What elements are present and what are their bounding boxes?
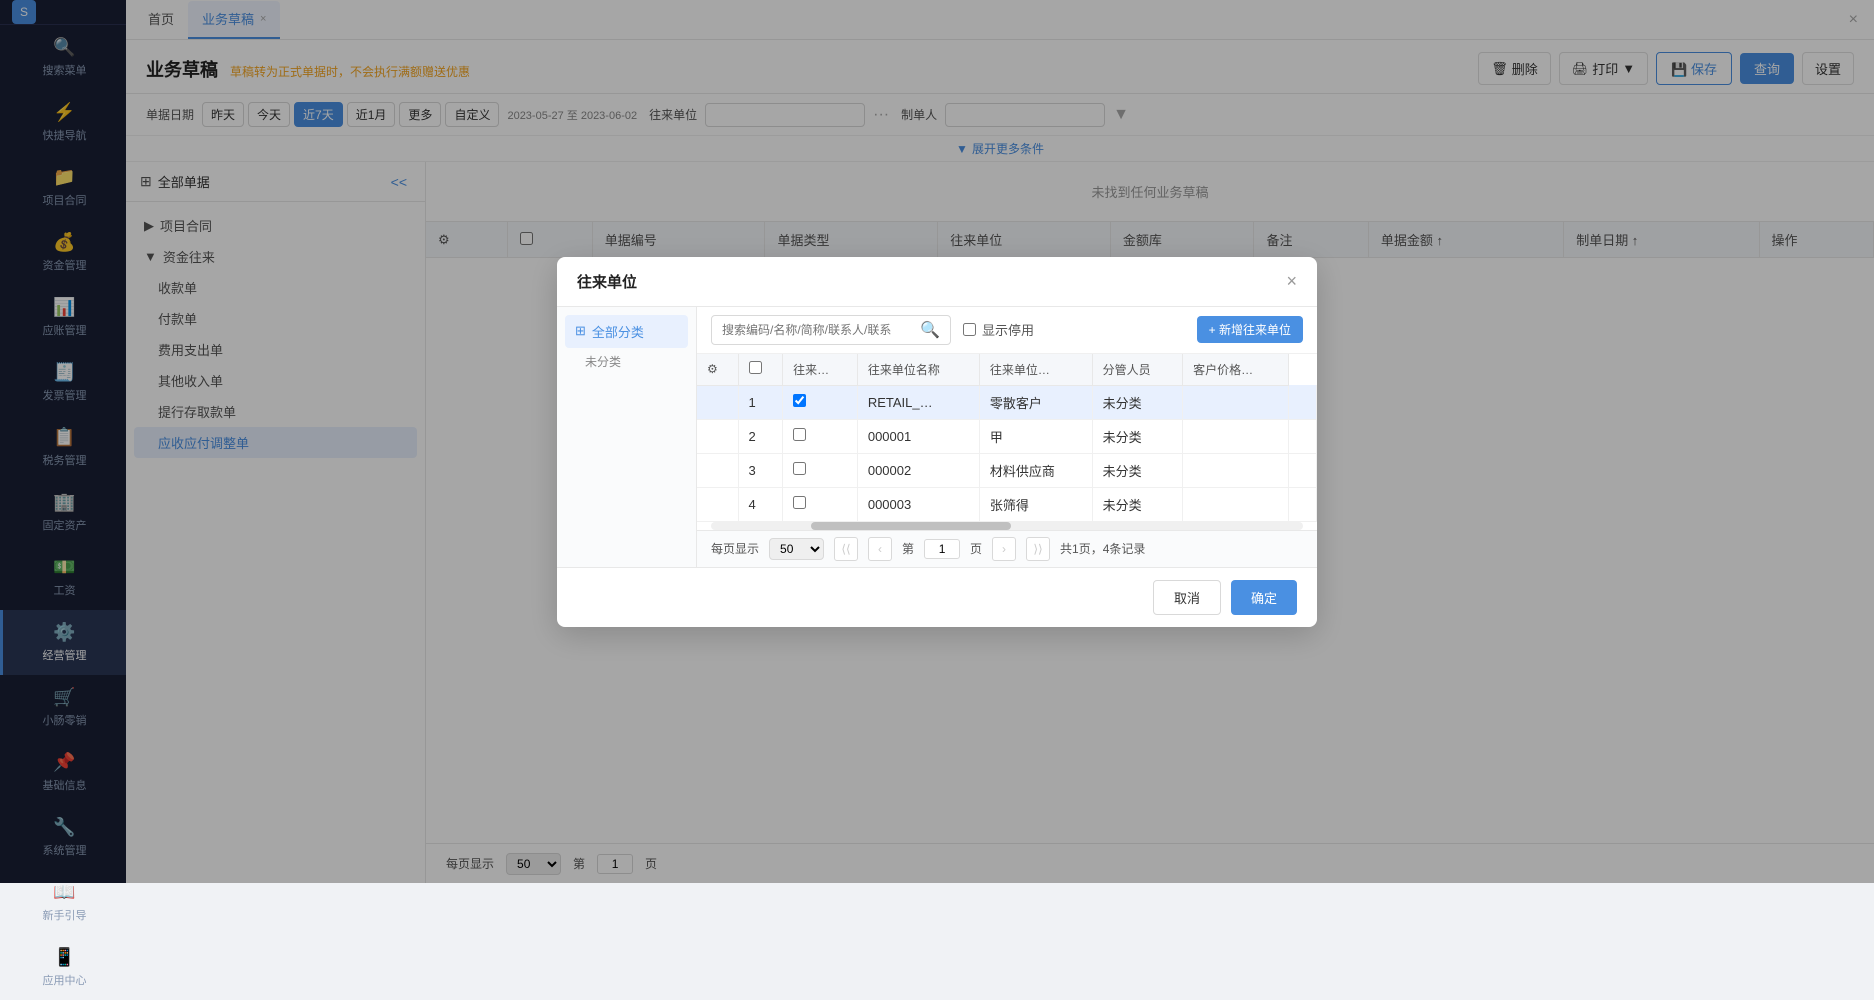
row-num-cell: 1 bbox=[738, 385, 783, 419]
modal-table-row[interactable]: 1 RETAIL_… 零散客户 未分类 bbox=[697, 385, 1317, 419]
modal-footer-bar: 每页显示 50 100 ⟨⟨ ‹ 第 页 › ⟩⟩ 共1页，4条记录 bbox=[697, 530, 1317, 567]
row-checkbox[interactable] bbox=[793, 496, 806, 509]
modal-table-row[interactable]: 4 000003 张筛得 未分类 bbox=[697, 487, 1317, 521]
modal-prev-page-btn[interactable]: ‹ bbox=[868, 537, 892, 561]
show-disabled-label[interactable]: 显示停用 bbox=[963, 320, 1034, 339]
modal-select-all[interactable] bbox=[749, 361, 762, 374]
modal-header: 往来单位 × bbox=[557, 257, 1317, 307]
add-partner-label: + 新增往来单位 bbox=[1209, 323, 1291, 337]
modal-scrollbar[interactable] bbox=[711, 522, 1303, 530]
row-code-cell: 000003 bbox=[857, 487, 979, 521]
row-name-cell: 张筛得 bbox=[979, 487, 1092, 521]
app-icon: 📱 bbox=[53, 947, 75, 968]
modal-search-input[interactable] bbox=[722, 323, 914, 337]
guide-icon: 📖 bbox=[53, 882, 75, 903]
modal-page-suffix: 页 bbox=[970, 540, 982, 557]
row-settings-cell bbox=[697, 453, 738, 487]
row-category-cell: 未分类 bbox=[1092, 487, 1183, 521]
modal-col-checkbox[interactable] bbox=[738, 354, 783, 386]
row-checkbox-cell[interactable] bbox=[783, 453, 858, 487]
row-num-cell: 2 bbox=[738, 419, 783, 453]
modal-close-button[interactable]: × bbox=[1286, 271, 1297, 292]
modal-col-code: 往来… bbox=[783, 354, 858, 386]
row-settings-cell bbox=[697, 487, 738, 521]
modal-page-input[interactable] bbox=[924, 539, 960, 559]
modal-cancel-button[interactable]: 取消 bbox=[1153, 580, 1221, 615]
modal-col-name: 往来单位名称 bbox=[857, 354, 979, 386]
row-category-cell: 未分类 bbox=[1092, 385, 1183, 419]
modal-col-category: 往来单位… bbox=[979, 354, 1092, 386]
row-category-cell: 未分类 bbox=[1092, 453, 1183, 487]
modal-overlay: 往来单位 × ⊞ 全部分类 未分类 bbox=[0, 0, 1874, 883]
modal-page-size-label: 每页显示 bbox=[711, 540, 759, 557]
modal-confirm-button[interactable]: 确定 bbox=[1231, 580, 1297, 615]
row-settings-cell bbox=[697, 419, 738, 453]
modal-sidebar-item-all[interactable]: ⊞ 全部分类 bbox=[565, 315, 688, 348]
modal-first-page-btn[interactable]: ⟨⟨ bbox=[834, 537, 858, 561]
modal-scrollbar-thumb bbox=[811, 522, 1011, 530]
modal-table: ⚙ 往来… 往来单位名称 往来单位… 分管人员 客户价格… 1 bbox=[697, 354, 1317, 522]
row-code-cell: 000002 bbox=[857, 453, 979, 487]
row-code-cell: 000001 bbox=[857, 419, 979, 453]
row-manager-cell bbox=[1183, 385, 1289, 419]
modal-col-price: 客户价格… bbox=[1183, 354, 1289, 386]
add-partner-button[interactable]: + 新增往来单位 bbox=[1197, 316, 1303, 343]
modal-sidebar-unclassified-label: 未分类 bbox=[585, 355, 621, 369]
show-disabled-text: 显示停用 bbox=[982, 320, 1034, 339]
row-price-cell bbox=[1289, 487, 1317, 521]
row-category-cell: 未分类 bbox=[1092, 419, 1183, 453]
modal-sidebar: ⊞ 全部分类 未分类 bbox=[557, 307, 697, 567]
sidebar-item-app[interactable]: 📱 应用中心 bbox=[0, 935, 126, 1000]
row-code-cell: RETAIL_… bbox=[857, 385, 979, 419]
row-price-cell bbox=[1289, 385, 1317, 419]
row-price-cell bbox=[1289, 419, 1317, 453]
modal-toolbar: 🔍 显示停用 + 新增往来单位 bbox=[697, 307, 1317, 354]
modal-table-row[interactable]: 3 000002 材料供应商 未分类 bbox=[697, 453, 1317, 487]
row-price-cell bbox=[1289, 453, 1317, 487]
row-checkbox-cell[interactable] bbox=[783, 487, 858, 521]
row-checkbox-cell[interactable] bbox=[783, 419, 858, 453]
modal-last-page-btn[interactable]: ⟩⟩ bbox=[1026, 537, 1050, 561]
modal-actions: 取消 确定 bbox=[557, 567, 1317, 627]
modal-table-row[interactable]: 2 000001 甲 未分类 bbox=[697, 419, 1317, 453]
modal-page-size-select[interactable]: 50 100 bbox=[769, 538, 824, 560]
modal-search-box: 🔍 bbox=[711, 315, 951, 345]
row-checkbox-cell[interactable] bbox=[783, 385, 858, 419]
row-name-cell: 甲 bbox=[979, 419, 1092, 453]
modal-col-manager: 分管人员 bbox=[1092, 354, 1183, 386]
all-categories-icon: ⊞ bbox=[575, 323, 586, 339]
row-name-cell: 材料供应商 bbox=[979, 453, 1092, 487]
modal-dialog: 往来单位 × ⊞ 全部分类 未分类 bbox=[557, 257, 1317, 627]
row-num-cell: 4 bbox=[738, 487, 783, 521]
modal-page-label: 第 bbox=[902, 540, 914, 557]
modal-body: ⊞ 全部分类 未分类 🔍 bbox=[557, 307, 1317, 567]
modal-sidebar-item-unclassified[interactable]: 未分类 bbox=[565, 348, 688, 375]
row-manager-cell bbox=[1183, 419, 1289, 453]
row-checkbox[interactable] bbox=[793, 394, 806, 407]
modal-col-settings[interactable]: ⚙ bbox=[697, 354, 738, 386]
row-settings-cell bbox=[697, 385, 738, 419]
sidebar-item-label: 应用中心 bbox=[43, 972, 87, 988]
row-checkbox[interactable] bbox=[793, 462, 806, 475]
row-name-cell: 零散客户 bbox=[979, 385, 1092, 419]
modal-sidebar-item-all-label: 全部分类 bbox=[592, 322, 644, 341]
row-manager-cell bbox=[1183, 453, 1289, 487]
modal-next-page-btn[interactable]: › bbox=[992, 537, 1016, 561]
modal-search-icon: 🔍 bbox=[920, 320, 940, 340]
row-manager-cell bbox=[1183, 487, 1289, 521]
modal-title: 往来单位 bbox=[577, 271, 637, 292]
row-num-cell: 3 bbox=[738, 453, 783, 487]
modal-total-label: 共1页，4条记录 bbox=[1060, 540, 1145, 557]
show-disabled-checkbox[interactable] bbox=[963, 323, 976, 336]
modal-toolbar-left: 🔍 显示停用 bbox=[711, 315, 1034, 345]
row-checkbox[interactable] bbox=[793, 428, 806, 441]
modal-table-wrapper: ⚙ 往来… 往来单位名称 往来单位… 分管人员 客户价格… 1 bbox=[697, 354, 1317, 522]
modal-content: 🔍 显示停用 + 新增往来单位 bbox=[697, 307, 1317, 567]
sidebar-item-label: 新手引导 bbox=[43, 907, 87, 923]
